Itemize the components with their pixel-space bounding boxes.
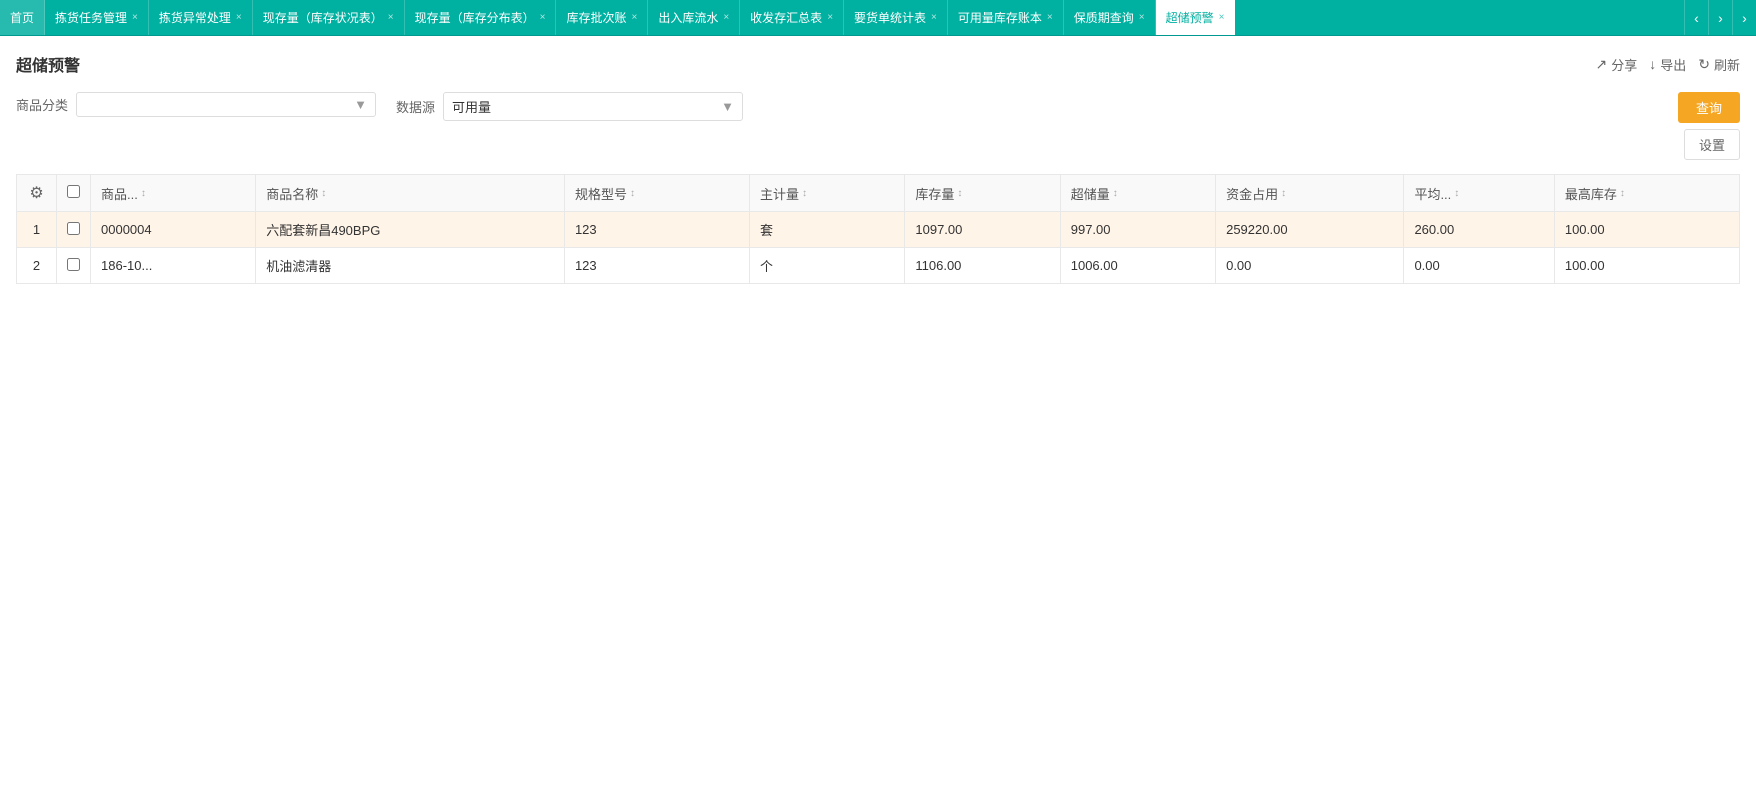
sort-icon[interactable]: ↕ [630,188,635,199]
nav-item-task[interactable]: 拣货任务管理 × [45,0,149,36]
page-title: 超储预警 [16,52,80,76]
th-capital: 资金占用 ↕ [1216,175,1404,212]
nav-item-summary[interactable]: 收发存汇总表 × [740,0,844,36]
nav-arrows: ‹ › › [1684,0,1756,36]
nav-more-button[interactable]: › [1732,0,1756,36]
table-row: 2 186-10... 机油滤清器 123 个 1106.00 1006.00 … [17,248,1740,284]
sort-icon[interactable]: ↕ [1454,188,1459,199]
sort-icon[interactable]: ↕ [1281,188,1286,199]
nav-next-button[interactable]: › [1708,0,1732,36]
nav-item-available[interactable]: 可用量库存账本 × [948,0,1064,36]
row-checkbox-cell [57,212,91,248]
refresh-icon: ↻ [1698,56,1710,73]
th-maxstock: 最高库存 ↕ [1554,175,1739,212]
close-icon[interactable]: × [931,12,937,23]
row-unit: 个 [750,248,905,284]
gear-icon[interactable]: ⚙ [29,185,43,202]
export-button[interactable]: ↓ 导出 [1649,55,1686,74]
row-number: 2 [17,248,57,284]
category-select[interactable]: ▼ [76,92,376,117]
th-settings: ⚙ [17,175,57,212]
th-overstock: 超储量 ↕ [1060,175,1215,212]
th-stock: 库存量 ↕ [905,175,1060,212]
query-button[interactable]: 查询 [1678,92,1740,123]
datasource-select[interactable]: 可用量 ▼ [443,92,743,121]
row-maxstock: 100.00 [1554,248,1739,284]
datasource-label: 数据源 [396,97,435,116]
chevron-down-icon: ▼ [721,99,734,114]
row-number: 1 [17,212,57,248]
settings-button[interactable]: 设置 [1684,129,1740,160]
row-spec: 123 [564,248,749,284]
sort-icon[interactable]: ↕ [141,188,146,199]
sort-icon[interactable]: ↕ [1620,188,1625,199]
select-all-checkbox[interactable] [67,185,80,198]
close-icon[interactable]: × [1139,12,1145,23]
nav-item-stock-dist[interactable]: 现存量（库存分布表） × [405,0,557,36]
row-stock: 1106.00 [905,248,1060,284]
nav-item-home[interactable]: 首页 [0,0,45,36]
row-capital: 0.00 [1216,248,1404,284]
close-icon[interactable]: × [540,12,546,23]
row-spec: 123 [564,212,749,248]
nav-item-overstock[interactable]: 超储预警 × [1156,0,1236,36]
nav-item-expiry[interactable]: 保质期查询 × [1064,0,1156,36]
close-icon[interactable]: × [236,12,242,23]
close-icon[interactable]: × [631,12,637,23]
nav-item-inout[interactable]: 出入库流水 × [648,0,740,36]
header-actions: ↗ 分享 ↓ 导出 ↻ 刷新 [1595,55,1740,74]
row-maxstock: 100.00 [1554,212,1739,248]
row-checkbox-cell [57,248,91,284]
row-code: 0000004 [91,212,256,248]
main-content: 超储预警 ↗ 分享 ↓ 导出 ↻ 刷新 商品分类 ▼ 数据源 [0,36,1756,800]
refresh-button[interactable]: ↻ 刷新 [1698,55,1740,74]
th-avg: 平均... ↕ [1404,175,1554,212]
nav-item-order-stats[interactable]: 要货单统计表 × [844,0,948,36]
table-header-row: ⚙ 商品... ↕ 商品名称 ↕ [17,175,1740,212]
row-code: 186-10... [91,248,256,284]
nav-item-stock-status[interactable]: 现存量（库存状况表） × [253,0,405,36]
share-icon: ↗ [1595,56,1607,73]
close-icon[interactable]: × [723,12,729,23]
th-checkbox [57,175,91,212]
close-icon[interactable]: × [132,12,138,23]
th-unit: 主计量 ↕ [750,175,905,212]
row-overstock: 997.00 [1060,212,1215,248]
category-label: 商品分类 [16,95,68,114]
chevron-down-icon: ▼ [354,97,367,112]
share-button[interactable]: ↗ 分享 [1595,55,1637,74]
row-avg: 260.00 [1404,212,1554,248]
row-capital: 259220.00 [1216,212,1404,248]
row-name: 机油滤清器 [256,248,565,284]
sort-icon[interactable]: ↕ [957,188,962,199]
th-name: 商品名称 ↕ [256,175,565,212]
sort-icon[interactable]: ↕ [802,188,807,199]
th-code: 商品... ↕ [91,175,256,212]
sort-icon[interactable]: ↕ [1113,188,1118,199]
close-icon[interactable]: × [388,12,394,23]
row-avg: 0.00 [1404,248,1554,284]
nav-prev-button[interactable]: ‹ [1684,0,1708,36]
datasource-value: 可用量 [452,97,713,116]
th-spec: 规格型号 ↕ [564,175,749,212]
datasource-filter: 数据源 可用量 ▼ [396,92,743,121]
table-row: 1 0000004 六配套新昌490BPG 123 套 1097.00 997.… [17,212,1740,248]
close-icon[interactable]: × [1219,12,1225,23]
category-filter: 商品分类 ▼ [16,92,376,117]
nav-item-batch[interactable]: 库存批次账 × [556,0,648,36]
data-table: ⚙ 商品... ↕ 商品名称 ↕ [16,174,1740,284]
nav-item-exception[interactable]: 拣货异常处理 × [149,0,253,36]
row-stock: 1097.00 [905,212,1060,248]
close-icon[interactable]: × [1047,12,1053,23]
page-header: 超储预警 ↗ 分享 ↓ 导出 ↻ 刷新 [16,52,1740,76]
close-icon[interactable]: × [827,12,833,23]
top-navigation: 首页 拣货任务管理 × 拣货异常处理 × 现存量（库存状况表） × 现存量（库存… [0,0,1756,36]
row-checkbox[interactable] [67,222,80,235]
export-icon: ↓ [1649,56,1656,72]
row-checkbox[interactable] [67,258,80,271]
row-overstock: 1006.00 [1060,248,1215,284]
sort-icon[interactable]: ↕ [321,188,326,199]
row-name: 六配套新昌490BPG [256,212,565,248]
row-unit: 套 [750,212,905,248]
